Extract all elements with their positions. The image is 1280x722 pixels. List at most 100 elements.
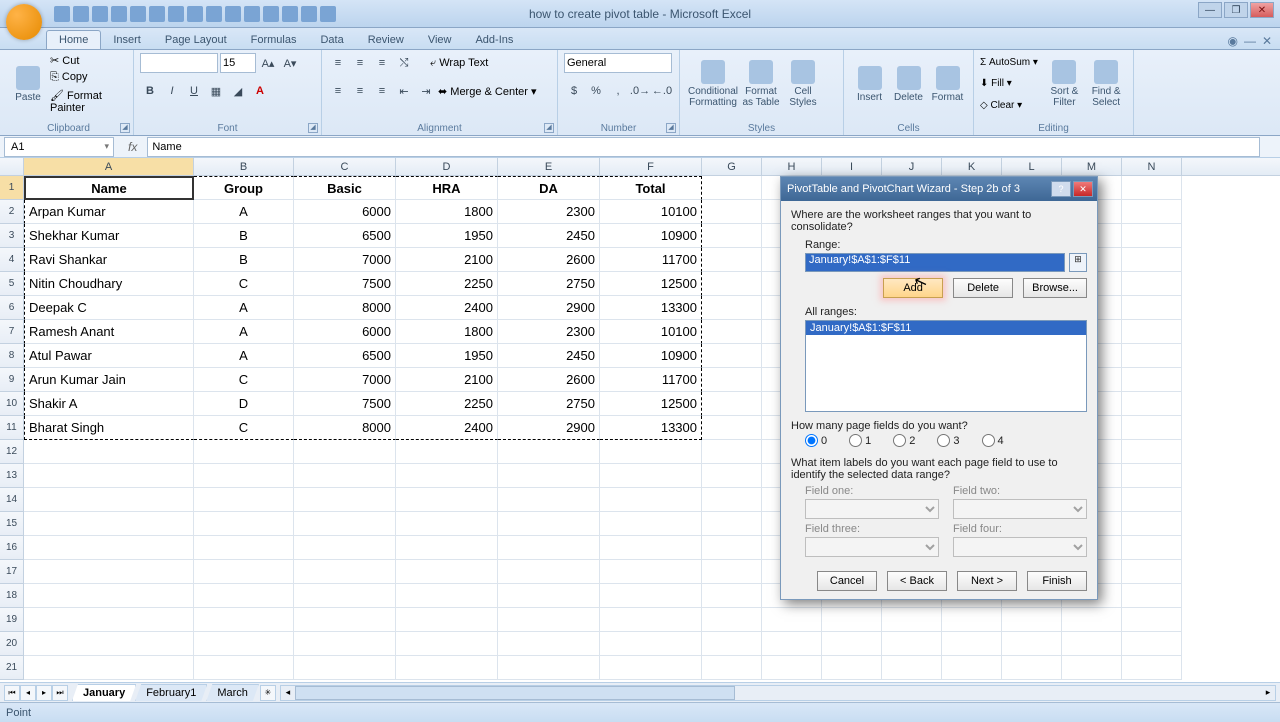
ribbon-tab-add-ins[interactable]: Add-Ins — [463, 31, 525, 49]
next-button[interactable]: Next > — [957, 571, 1017, 591]
cell[interactable] — [194, 512, 294, 536]
insert-cells-button[interactable]: Insert — [850, 52, 889, 116]
cell[interactable] — [600, 656, 702, 680]
cell[interactable]: 2250 — [396, 272, 498, 296]
copy-button[interactable]: ⎘ Copy — [50, 71, 127, 84]
cell[interactable] — [396, 608, 498, 632]
group-launcher-icon[interactable]: ◢ — [308, 123, 318, 133]
cell[interactable] — [762, 632, 822, 656]
cell[interactable]: A — [194, 200, 294, 224]
cell[interactable] — [942, 656, 1002, 680]
qat-btn[interactable] — [54, 6, 70, 22]
cell[interactable] — [498, 560, 600, 584]
cell[interactable] — [24, 512, 194, 536]
cell[interactable]: 2600 — [498, 248, 600, 272]
cell[interactable]: 6000 — [294, 200, 396, 224]
row-header[interactable]: 14 — [0, 488, 24, 512]
cell[interactable] — [702, 608, 762, 632]
cell[interactable]: 12500 — [600, 392, 702, 416]
formula-input[interactable]: Name — [147, 137, 1260, 157]
cell[interactable] — [822, 608, 882, 632]
cell[interactable] — [702, 440, 762, 464]
cell[interactable] — [194, 632, 294, 656]
row-header[interactable]: 7 — [0, 320, 24, 344]
cell[interactable] — [600, 488, 702, 512]
column-header[interactable]: D — [396, 158, 498, 175]
cell[interactable] — [702, 320, 762, 344]
cell[interactable] — [702, 296, 762, 320]
cell[interactable]: Name — [24, 176, 194, 200]
page-field-radio[interactable]: 2 — [893, 434, 915, 447]
row-header[interactable]: 9 — [0, 368, 24, 392]
cell[interactable] — [194, 536, 294, 560]
cell[interactable]: Bharat Singh — [24, 416, 194, 440]
qat-btn[interactable] — [263, 6, 279, 22]
cell[interactable]: 10900 — [600, 224, 702, 248]
row-header[interactable]: 1 — [0, 176, 24, 200]
field-select[interactable] — [953, 499, 1087, 519]
qat-btn[interactable] — [149, 6, 165, 22]
row-header[interactable]: 16 — [0, 536, 24, 560]
cell[interactable] — [194, 584, 294, 608]
cell[interactable]: 2400 — [396, 416, 498, 440]
cell[interactable] — [24, 536, 194, 560]
group-launcher-icon[interactable]: ◢ — [120, 123, 130, 133]
cell[interactable] — [702, 392, 762, 416]
field-select[interactable] — [805, 537, 939, 557]
cell[interactable] — [294, 440, 396, 464]
cell[interactable] — [600, 560, 702, 584]
format-cells-button[interactable]: Format — [928, 52, 967, 116]
sheet-tab[interactable]: February1 — [135, 684, 207, 701]
cell[interactable]: 10900 — [600, 344, 702, 368]
group-launcher-icon[interactable]: ◢ — [666, 123, 676, 133]
column-header[interactable]: A — [24, 158, 194, 175]
cell[interactable] — [1002, 656, 1062, 680]
cell[interactable] — [1062, 656, 1122, 680]
range-list-item[interactable]: January!$A$1:$F$11 — [806, 321, 1086, 335]
cell[interactable] — [600, 584, 702, 608]
cell[interactable] — [1122, 656, 1182, 680]
qat-btn[interactable] — [206, 6, 222, 22]
field-select[interactable] — [953, 537, 1087, 557]
cell[interactable] — [1122, 416, 1182, 440]
cell[interactable] — [194, 656, 294, 680]
cell[interactable] — [1122, 248, 1182, 272]
office-button[interactable] — [6, 4, 42, 40]
cell[interactable] — [294, 608, 396, 632]
cell[interactable]: Shekhar Kumar — [24, 224, 194, 248]
cell[interactable] — [294, 656, 396, 680]
row-header[interactable]: 21 — [0, 656, 24, 680]
ribbon-tab-view[interactable]: View — [416, 31, 464, 49]
cell[interactable]: Ramesh Anant — [24, 320, 194, 344]
tab-next-button[interactable]: ▸ — [36, 685, 52, 701]
row-header[interactable]: 18 — [0, 584, 24, 608]
align-bottom-button[interactable]: ≡ — [372, 54, 392, 72]
cell[interactable] — [24, 584, 194, 608]
qat-btn[interactable] — [92, 6, 108, 22]
merge-center-button[interactable]: ⬌ Merge & Center ▾ — [438, 85, 537, 98]
cell[interactable] — [194, 488, 294, 512]
cell[interactable]: 8000 — [294, 416, 396, 440]
cell[interactable] — [702, 248, 762, 272]
cell[interactable] — [396, 560, 498, 584]
cell[interactable] — [702, 224, 762, 248]
align-middle-button[interactable]: ≡ — [350, 54, 370, 72]
cell[interactable] — [702, 344, 762, 368]
cell[interactable]: 10100 — [600, 320, 702, 344]
row-header[interactable]: 2 — [0, 200, 24, 224]
ribbon-tab-home[interactable]: Home — [46, 30, 101, 49]
format-as-table-button[interactable]: Format as Table — [740, 52, 782, 116]
qat-btn[interactable] — [225, 6, 241, 22]
shrink-font-button[interactable]: A▾ — [280, 54, 300, 72]
cell[interactable]: B — [194, 224, 294, 248]
cell[interactable]: A — [194, 344, 294, 368]
column-header[interactable]: L — [1002, 158, 1062, 175]
cell[interactable] — [702, 632, 762, 656]
currency-button[interactable]: $ — [564, 82, 584, 100]
cell[interactable]: Arpan Kumar — [24, 200, 194, 224]
cell[interactable] — [498, 656, 600, 680]
row-header[interactable]: 3 — [0, 224, 24, 248]
cell[interactable] — [702, 368, 762, 392]
qat-btn[interactable] — [244, 6, 260, 22]
add-button[interactable]: Add — [883, 278, 943, 298]
